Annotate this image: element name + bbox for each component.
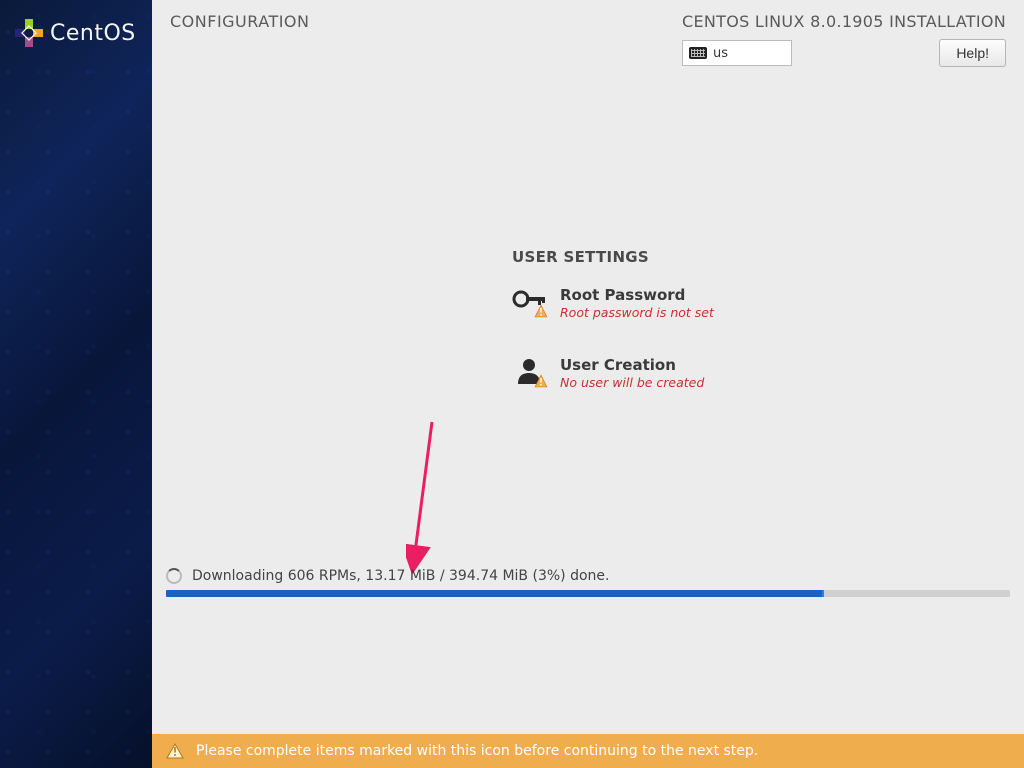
root-password-subtitle: Root password is not set [560,304,714,322]
spinner-icon [166,568,182,584]
keyboard-layout-label: us [713,46,728,61]
user-creation-text: User Creation No user will be created [560,356,704,392]
root-password-item[interactable]: Root Password Root password is not set [512,286,932,322]
footer-warning-bar: Please complete items marked with this i… [152,734,1024,768]
brand-logo: CentOS [14,18,136,48]
install-title: CENTOS LINUX 8.0.1905 INSTALLATION [682,12,1006,31]
user-settings-heading: USER SETTINGS [512,248,649,266]
keyboard-layout-indicator[interactable]: us [682,40,792,66]
progress-status-text: Downloading 606 RPMs, 13.17 MiB / 394.74… [192,568,609,584]
user-creation-title: User Creation [560,356,704,374]
warning-badge-icon [534,374,548,388]
root-password-title: Root Password [560,286,714,304]
user-icon [512,356,546,386]
progress-area: Downloading 606 RPMs, 13.17 MiB / 394.74… [166,568,1010,597]
app-root: CentOS CONFIGURATION CENTOS LINUX 8.0.19… [0,0,1024,768]
brand-name: CentOS [50,21,136,46]
progress-fill [166,590,824,597]
annotation-arrow [406,418,446,578]
user-creation-subtitle: No user will be created [560,374,704,392]
root-password-text: Root Password Root password is not set [560,286,714,322]
header-right: CENTOS LINUX 8.0.1905 INSTALLATION us He… [682,12,1006,67]
user-settings-list: Root Password Root password is not set [512,286,932,425]
footer-message: Please complete items marked with this i… [196,743,758,759]
help-button[interactable]: Help! [939,39,1006,67]
progress-row: Downloading 606 RPMs, 13.17 MiB / 394.74… [166,568,1010,584]
warning-icon [166,742,184,760]
main-panel: CONFIGURATION CENTOS LINUX 8.0.1905 INST… [152,0,1024,768]
sidebar: CentOS [0,0,152,768]
warning-badge-icon [534,304,548,318]
header: CONFIGURATION CENTOS LINUX 8.0.1905 INST… [170,12,1006,67]
progress-bar [166,590,1010,597]
centos-logo-icon [14,18,44,48]
key-icon [512,286,546,316]
page-title: CONFIGURATION [170,12,310,31]
header-controls: us Help! [682,39,1006,67]
user-creation-item[interactable]: User Creation No user will be created [512,356,932,392]
keyboard-icon [689,47,707,59]
